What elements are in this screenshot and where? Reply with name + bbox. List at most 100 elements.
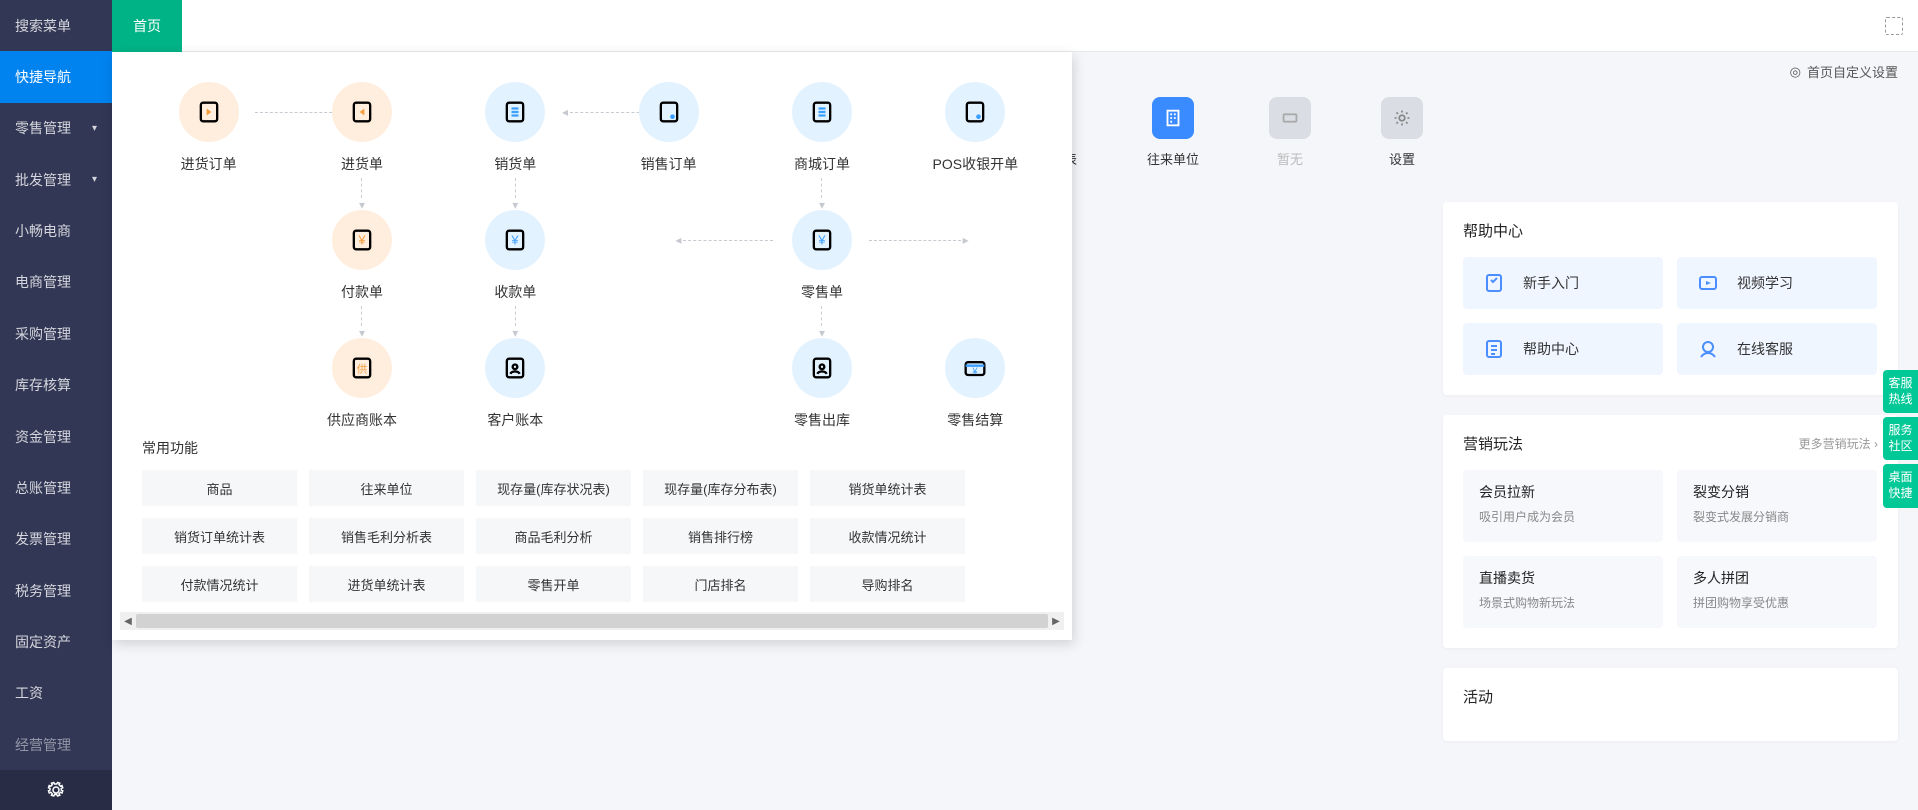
sidebar-item-quicknav[interactable]: 快捷导航 <box>0 51 112 102</box>
sidebar-item-inventory[interactable]: 库存核算 <box>0 360 112 411</box>
sidebar-item-salary[interactable]: 工资 <box>0 668 112 719</box>
sidebar: 搜索菜单 快捷导航 零售管理▾ 批发管理▾ 小畅电商 电商管理 采购管理 库存核… <box>0 0 112 810</box>
promo-item-fission[interactable]: 裂变分销裂变式发展分销商 <box>1677 470 1877 542</box>
flow-node-sales-order[interactable]: 销售订单 <box>592 82 745 174</box>
arrow-icon <box>358 178 366 212</box>
promo-item-live[interactable]: 直播卖货场景式购物新玩法 <box>1463 556 1663 628</box>
common-btn[interactable]: 商品 <box>142 470 297 506</box>
flow-node-supplier-ledger[interactable]: 供 供应商账本 <box>285 338 438 430</box>
common-title: 常用功能 <box>142 438 1042 458</box>
doc-in-icon <box>179 82 239 142</box>
common-btn[interactable]: 销货单统计表 <box>810 470 965 506</box>
flow-node-retail-settle[interactable]: ¥ 零售结算 <box>899 338 1052 430</box>
promo-item-member[interactable]: 会员拉新吸引用户成为会员 <box>1463 470 1663 542</box>
common-btn[interactable]: 进货单统计表 <box>309 566 464 602</box>
arrow-icon <box>675 236 775 244</box>
arrow-icon <box>511 306 519 340</box>
common-btn[interactable]: 销货订单统计表 <box>142 518 297 554</box>
sidebar-item-tax[interactable]: 税务管理 <box>0 565 112 616</box>
sidebar-item-retail[interactable]: 零售管理▾ <box>0 103 112 154</box>
flow-node-mall-order[interactable]: 商城订单 <box>745 82 898 174</box>
target-icon: ◎ <box>1790 64 1801 80</box>
help-item-helpcenter[interactable]: 帮助中心 <box>1463 323 1663 375</box>
doc-icon <box>1479 334 1509 364</box>
sidebar-settings[interactable] <box>0 770 112 810</box>
common-grid: 商品 往来单位 现存量(库存状况表) 现存量(库存分布表) 销货单统计表 销货订… <box>142 470 1042 602</box>
float-btn-hotline[interactable]: 客服热线 <box>1883 370 1918 413</box>
sidebar-item-ledger[interactable]: 总账管理 <box>0 462 112 513</box>
sidebar-item-assets[interactable]: 固定资产 <box>0 616 112 667</box>
common-btn[interactable]: 商品毛利分析 <box>476 518 631 554</box>
arrow-icon <box>511 178 519 212</box>
list-icon <box>485 82 545 142</box>
common-btn[interactable]: 销售排行榜 <box>643 518 798 554</box>
doc-icon <box>945 82 1005 142</box>
doc-out-icon <box>332 82 392 142</box>
common-btn[interactable]: 收款情况统计 <box>810 518 965 554</box>
float-btn-community[interactable]: 服务社区 <box>1883 417 1918 460</box>
common-btn[interactable]: 零售开单 <box>476 566 631 602</box>
more-link[interactable]: 更多营销玩法 › <box>1799 435 1878 452</box>
fullscreen-icon[interactable] <box>1885 17 1903 35</box>
svg-text:¥: ¥ <box>357 233 366 248</box>
common-btn[interactable]: 往来单位 <box>309 470 464 506</box>
common-btn[interactable]: 销售毛利分析表 <box>309 518 464 554</box>
flow-node-retail-out[interactable]: 零售出库 <box>745 338 898 430</box>
flow-node-purchase-order[interactable]: 进货订单 <box>132 82 285 174</box>
list-icon <box>792 82 852 142</box>
gear-icon <box>1381 97 1423 139</box>
float-btn-desktop[interactable]: 桌面快捷 <box>1883 464 1918 507</box>
right-column: 帮助中心 新手入门 视频学习 帮助中心 在线客服 营销玩法 更多营销玩法 › 会… <box>1443 202 1898 741</box>
flow-node-purchase[interactable]: 进货单 <box>285 82 438 174</box>
arrow-icon <box>818 178 826 212</box>
common-btn[interactable]: 付款情况统计 <box>142 566 297 602</box>
arrow-icon <box>869 236 969 244</box>
common-btn[interactable]: 导购排名 <box>810 566 965 602</box>
common-btn[interactable]: 现存量(库存分布表) <box>643 470 798 506</box>
help-item-beginner[interactable]: 新手入门 <box>1463 257 1663 309</box>
scroll-right-icon[interactable]: ▶ <box>1048 612 1064 630</box>
scroll-thumb[interactable] <box>136 614 1048 628</box>
svg-text:¥: ¥ <box>972 366 979 376</box>
horizontal-scrollbar[interactable]: ◀ ▶ <box>120 612 1064 630</box>
flow-node-retail[interactable]: ¥ 零售单 <box>745 210 898 302</box>
money-icon: ¥ <box>332 210 392 270</box>
flow-node-customer-ledger[interactable]: 客户账本 <box>439 338 592 430</box>
help-item-support[interactable]: 在线客服 <box>1677 323 1877 375</box>
svg-text:¥: ¥ <box>817 233 826 248</box>
flow-node-payment[interactable]: ¥ 付款单 <box>285 210 438 302</box>
float-buttons: 客服热线 服务社区 桌面快捷 <box>1883 370 1918 508</box>
tab-home[interactable]: 首页 <box>112 0 182 52</box>
quick-icon-units[interactable]: 往来单位 <box>1147 97 1199 168</box>
common-btn[interactable]: 门店排名 <box>643 566 798 602</box>
help-item-video[interactable]: 视频学习 <box>1677 257 1877 309</box>
svg-text:供: 供 <box>357 363 368 376</box>
flow-node-sales[interactable]: 销货单 <box>439 82 592 174</box>
sidebar-item-funds[interactable]: 资金管理 <box>0 411 112 462</box>
card-title: 营销玩法 更多营销玩法 › <box>1463 433 1878 454</box>
custom-setting-link[interactable]: ◎ 首页自定义设置 <box>1790 62 1898 81</box>
quicknav-flyout: 进货订单 进货单 销货单 销售订单 商城订单 <box>112 52 1072 640</box>
sidebar-item-ecommerce[interactable]: 电商管理 <box>0 257 112 308</box>
card-title: 帮助中心 <box>1463 220 1878 241</box>
quick-icon-settings[interactable]: 设置 <box>1381 97 1423 168</box>
money-icon: ¥ <box>485 210 545 270</box>
flow-node-receipt[interactable]: ¥ 收款单 <box>439 210 592 302</box>
sidebar-item-operations[interactable]: 经营管理 <box>0 719 112 770</box>
common-btn[interactable]: 现存量(库存状况表) <box>476 470 631 506</box>
headset-icon <box>1693 334 1723 364</box>
sidebar-item-wholesale[interactable]: 批发管理▾ <box>0 154 112 205</box>
marketing-card: 营销玩法 更多营销玩法 › 会员拉新吸引用户成为会员 裂变分销裂变式发展分销商 … <box>1443 415 1898 648</box>
quick-icon-empty[interactable]: 暂无 <box>1269 97 1311 168</box>
sidebar-item-purchase[interactable]: 采购管理 <box>0 308 112 359</box>
scroll-left-icon[interactable]: ◀ <box>120 612 136 630</box>
sidebar-item-search[interactable]: 搜索菜单 <box>0 0 112 51</box>
promo-item-group[interactable]: 多人拼团拼团购物享受优惠 <box>1677 556 1877 628</box>
sidebar-item-invoice[interactable]: 发票管理 <box>0 514 112 565</box>
flow-node-pos[interactable]: POS收银开单 <box>899 82 1052 174</box>
svg-text:¥: ¥ <box>511 233 520 248</box>
sidebar-item-xiaochang[interactable]: 小畅电商 <box>0 205 112 256</box>
wallet-icon: ¥ <box>945 338 1005 398</box>
building-icon <box>1152 97 1194 139</box>
topbar: 首页 <box>112 0 1918 52</box>
